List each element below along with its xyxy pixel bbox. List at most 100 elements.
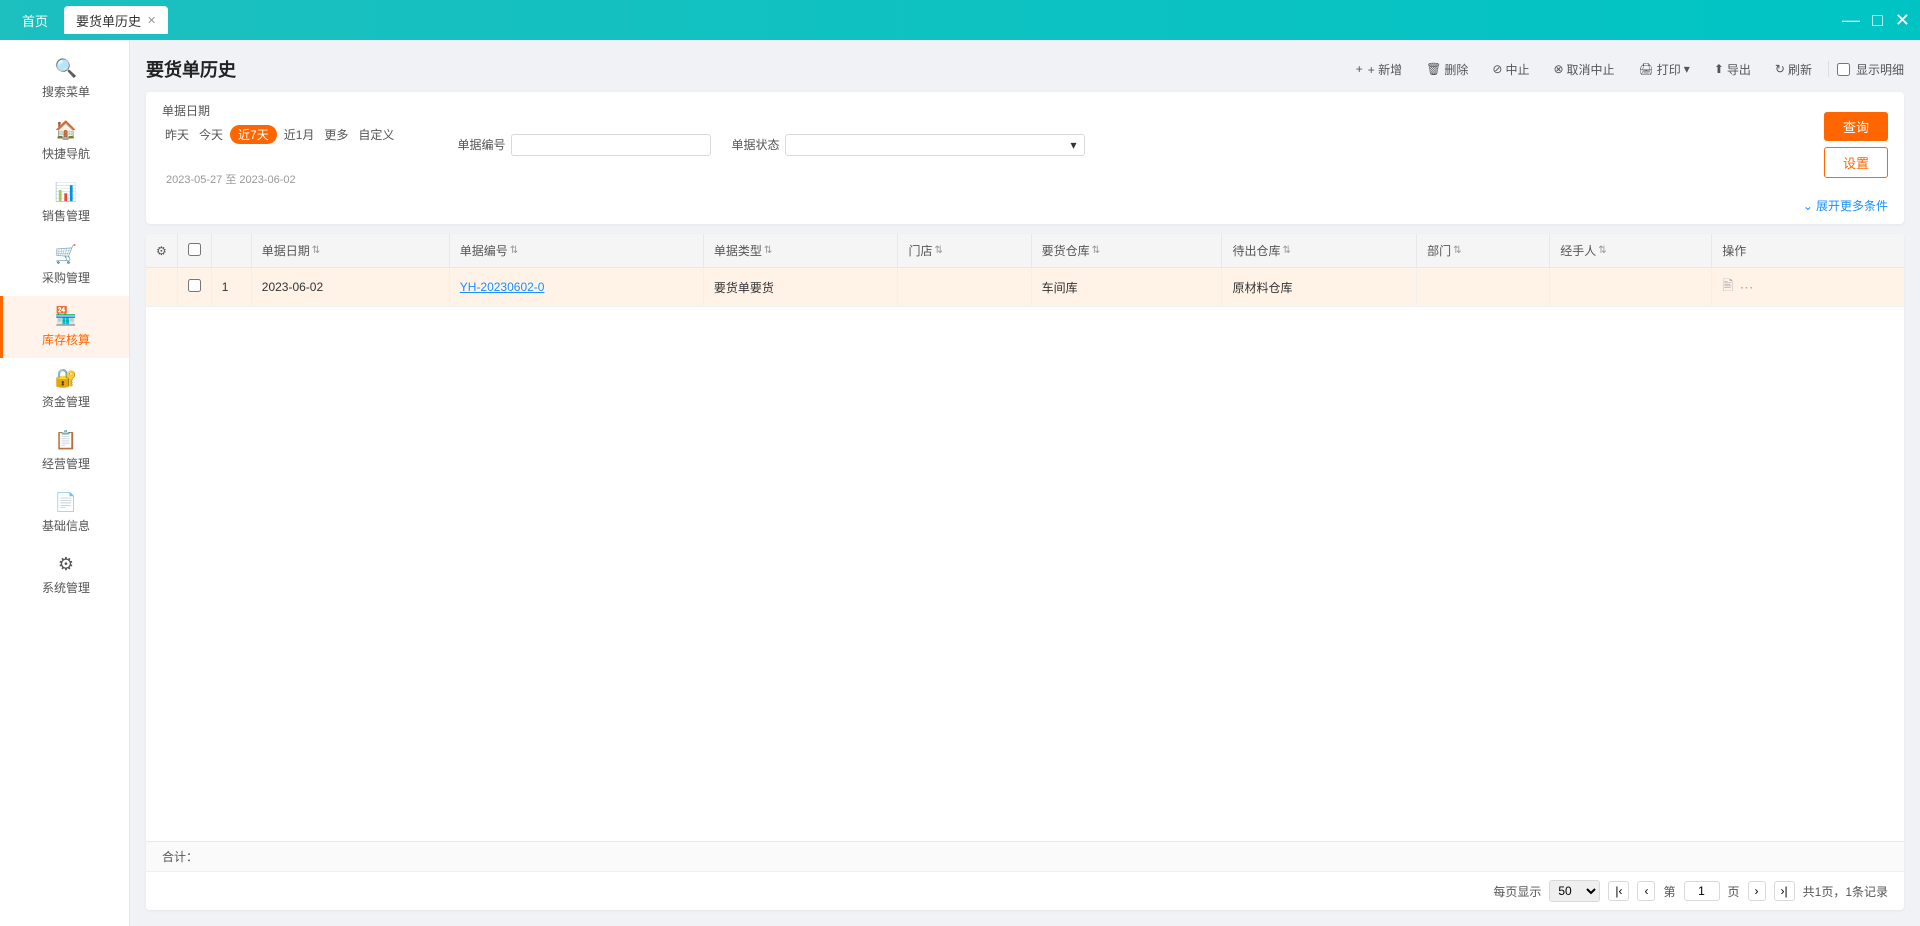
column-store[interactable]: 门店⇅ [898,234,1031,268]
sidebar-item-label: 资金管理 [42,393,90,410]
table-container: ⚙ 单据日期⇅ 单据编号⇅ 单 [146,234,1904,841]
row-action-more-icon[interactable]: ⋯ [1739,279,1753,296]
column-checkbox [177,234,211,268]
stop-button[interactable]: ⊘ 中止 [1484,57,1537,82]
settings-button[interactable]: 设置 [1824,147,1888,178]
page-size-select[interactable]: 50 100 200 [1549,880,1600,902]
stop-icon: ⊘ [1492,62,1502,76]
sidebar-item-basic-info[interactable]: 📄 基础信息 [0,482,129,544]
sort-icon: ⇅ [1282,245,1290,256]
requisition-table: ⚙ 单据日期⇅ 单据编号⇅ 单 [146,234,1904,307]
row-no: 1 [211,268,251,307]
docno-filter-label: 单据编号 [457,136,505,153]
sort-icon: ⇅ [312,245,320,256]
column-no [211,234,251,268]
row-select-checkbox[interactable] [188,279,201,292]
main-content: 要货单历史 + + 新增 🗑 删除 ⊘ 中止 ⊗ 取消中止 [130,40,1920,926]
sort-icon: ⇅ [764,245,772,256]
expand-more-button[interactable]: ⌄ 展开更多条件 [1803,197,1888,214]
select-all-checkbox[interactable] [188,243,201,256]
tab-home[interactable]: 首页 [10,6,60,34]
total-info: 共1页，1条记录 [1803,883,1888,900]
display-detail-checkbox[interactable] [1837,63,1850,76]
shortcut-yesterday[interactable]: 昨天 [162,125,192,144]
search-menu-icon: 🔍 [55,58,77,79]
shortcut-last1month[interactable]: 近1月 [281,125,318,144]
shortcut-custom[interactable]: 自定义 [355,125,397,144]
sidebar-item-label: 搜索菜单 [42,83,90,100]
sidebar-item-finance[interactable]: 🔐 资金管理 [0,358,129,420]
sidebar-item-label: 基础信息 [42,517,90,534]
sidebar-item-label: 快捷导航 [42,145,90,162]
column-pending-warehouse[interactable]: 待出仓库⇅ [1222,234,1417,268]
export-button[interactable]: ⬆ 导出 [1706,57,1759,82]
close-window-icon[interactable]: ✕ [1895,10,1910,31]
row-dept [1417,268,1550,307]
sort-icon: ⇅ [510,245,518,256]
table-area: ⚙ 单据日期⇅ 单据编号⇅ 单 [146,234,1904,910]
next-page-button[interactable]: › [1748,881,1766,901]
table-footer: 合计： [146,841,1904,871]
minimize-icon[interactable]: — [1842,10,1860,31]
column-doc-no[interactable]: 单据编号⇅ [449,234,703,268]
row-action-view-icon[interactable]: 🖹 [1722,275,1733,299]
column-req-warehouse[interactable]: 要货仓库⇅ [1031,234,1222,268]
column-handler[interactable]: 经手人⇅ [1550,234,1712,268]
sort-icon: ⇅ [1092,245,1100,256]
sidebar-item-label: 经营管理 [42,455,90,472]
docno-filter-group: 单据编号 [457,134,711,156]
shortcut-today[interactable]: 今天 [196,125,226,144]
cancel-stop-button[interactable]: ⊗ 取消中止 [1545,57,1622,82]
new-button[interactable]: + + 新增 [1348,57,1410,82]
status-select[interactable]: ▾ [785,134,1085,156]
sort-icon: ⇅ [1598,245,1606,256]
prev-page-button[interactable]: ‹ [1637,881,1655,901]
sidebar-item-label: 库存核算 [42,331,90,348]
column-dept[interactable]: 部门⇅ [1417,234,1550,268]
purchase-icon: 🛒 [55,244,77,265]
sidebar-item-system[interactable]: ⚙ 系统管理 [0,544,129,606]
sidebar-item-purchase[interactable]: 🛒 采购管理 [0,234,129,296]
print-icon: 🖨 [1639,62,1654,76]
table-row: 1 2023-06-02 YH-20230602-0 要货单要货 车间库 原材料… [146,268,1904,307]
first-page-button[interactable]: |‹ [1608,881,1629,901]
cancel-stop-icon: ⊗ [1553,62,1563,76]
tab-close-icon[interactable]: ✕ [147,14,156,27]
row-doc-no[interactable]: YH-20230602-0 [449,268,703,307]
column-doc-type[interactable]: 单据类型⇅ [703,234,898,268]
shortcut-last7days[interactable]: 近7天 [230,125,277,144]
row-req-warehouse: 车间库 [1031,268,1222,307]
sidebar-item-sales[interactable]: 📊 销售管理 [0,172,129,234]
query-button[interactable]: 查询 [1824,112,1888,141]
sidebar-item-operations[interactable]: 📋 经营管理 [0,420,129,482]
sales-icon: 📊 [55,182,77,203]
delete-button[interactable]: 🗑 删除 [1418,57,1476,82]
display-detail-toggle[interactable]: 显示明细 [1837,61,1904,78]
delete-icon: 🗑 [1426,62,1441,76]
refresh-icon: ↻ [1775,62,1785,76]
chevron-down-icon: ⌄ [1803,199,1813,213]
tab-requisition-history[interactable]: 要货单历史 ✕ [64,6,168,34]
sidebar-item-inventory[interactable]: 🏪 库存核算 [0,296,129,358]
page-size-label: 每页显示 [1493,883,1541,900]
sidebar-item-quick-nav[interactable]: 🏠 快捷导航 [0,110,129,172]
print-button[interactable]: 🖨 打印 ▾ [1631,57,1698,82]
column-settings[interactable]: ⚙ [146,234,177,268]
quick-nav-icon: 🏠 [55,120,77,141]
page-number-input[interactable] [1684,881,1720,901]
maximize-icon[interactable]: □ [1872,10,1883,31]
page-input-label: 第 [1663,883,1675,900]
sidebar-item-search-menu[interactable]: 🔍 搜索菜单 [0,48,129,110]
refresh-button[interactable]: ↻ 刷新 [1767,57,1820,82]
column-doc-date[interactable]: 单据日期⇅ [251,234,449,268]
last-page-button[interactable]: ›| [1774,881,1795,901]
query-settings-group: 查询 设置 [1824,112,1888,178]
basic-info-icon: 📄 [55,492,77,513]
docno-input[interactable] [511,134,711,156]
new-icon: + [1356,62,1363,76]
row-store [898,268,1031,307]
shortcut-more[interactable]: 更多 [321,125,351,144]
export-icon: ⬆ [1714,62,1724,76]
window-controls: — □ ✕ [1842,10,1910,31]
chevron-down-icon: ▾ [1070,138,1076,152]
